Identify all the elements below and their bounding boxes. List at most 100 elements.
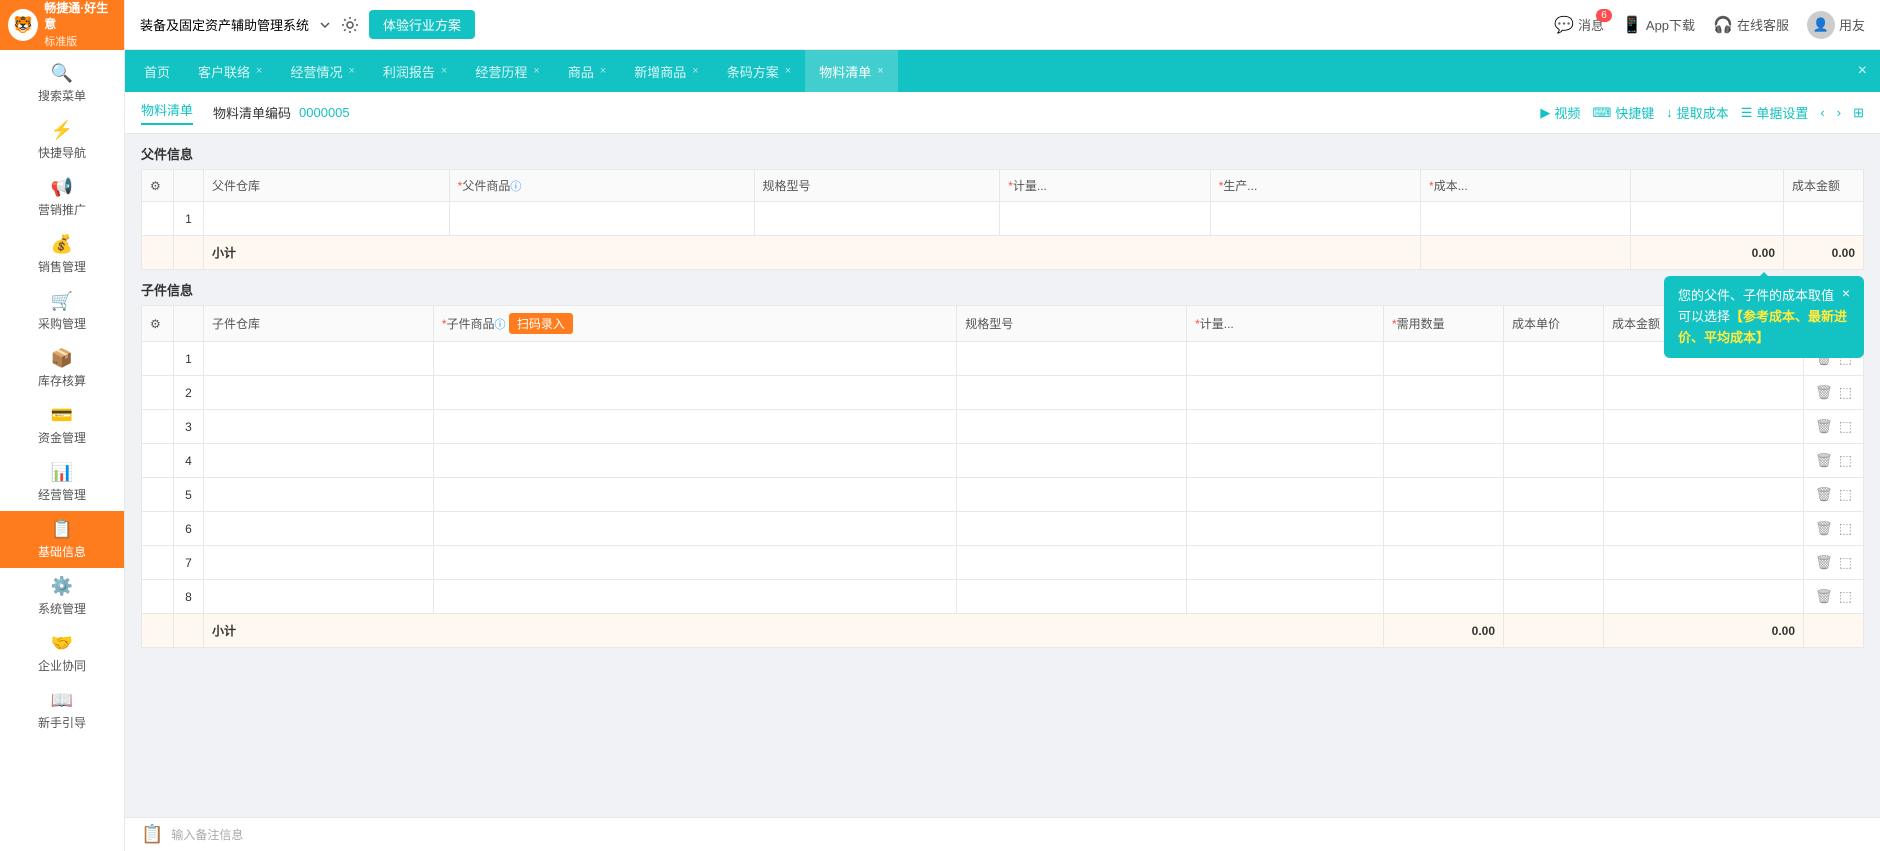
messages-item[interactable]: 💬 消息 6 xyxy=(1554,15,1604,35)
app-download-item[interactable]: 📱 App下载 xyxy=(1622,15,1695,35)
toolbar-grid-icon[interactable]: ⊞ xyxy=(1853,105,1864,121)
delete-icon-r4[interactable]: 🗑 xyxy=(1815,452,1833,469)
parent-row1-unit[interactable] xyxy=(1000,202,1210,236)
child-r2-goods[interactable] xyxy=(433,376,956,410)
parent-row1-spec[interactable] xyxy=(754,202,1000,236)
copy-icon-r4[interactable]: ⬚ xyxy=(1839,452,1852,469)
tab-barcode-close[interactable]: × xyxy=(785,65,791,77)
tab-profit[interactable]: 利润报告 × xyxy=(369,50,461,92)
tab-home[interactable]: 首页 xyxy=(130,50,184,92)
copy-icon-r5[interactable]: ⬚ xyxy=(1839,486,1852,503)
child-r7-spec[interactable] xyxy=(957,546,1187,580)
parent-row1-produce[interactable] xyxy=(1210,202,1420,236)
child-r1-spec[interactable] xyxy=(957,342,1187,376)
delete-icon-r5[interactable]: 🗑 xyxy=(1815,486,1833,503)
child-r3-qty[interactable] xyxy=(1384,410,1504,444)
child-r7-warehouse[interactable] xyxy=(204,546,434,580)
sidebar-item-inventory[interactable]: 📦 库存核算 xyxy=(0,340,124,397)
experience-btn[interactable]: 体验行业方案 xyxy=(369,10,475,39)
child-r4-unit-cost[interactable] xyxy=(1504,444,1604,478)
child-r7-goods[interactable] xyxy=(433,546,956,580)
page-tab-bom[interactable]: 物料清单 xyxy=(141,100,193,125)
child-r5-unit[interactable] xyxy=(1187,478,1384,512)
sidebar-item-nav[interactable]: ⚡ 快捷导航 xyxy=(0,112,124,169)
tab-bom-close[interactable]: × xyxy=(877,65,883,77)
child-r3-goods[interactable] xyxy=(433,410,956,444)
sidebar-item-sales[interactable]: 💰 销售管理 xyxy=(0,226,124,283)
tab-profit-close[interactable]: × xyxy=(441,65,447,77)
tab-history-close[interactable]: × xyxy=(533,65,539,77)
child-r4-goods[interactable] xyxy=(433,444,956,478)
toolbar-shortcut[interactable]: ⌨ 快捷键 xyxy=(1592,103,1654,122)
child-r2-spec[interactable] xyxy=(957,376,1187,410)
delete-icon-r3[interactable]: 🗑 xyxy=(1815,418,1833,435)
parent-row1-goods[interactable] xyxy=(449,202,754,236)
child-r2-warehouse[interactable] xyxy=(204,376,434,410)
global-close-btn[interactable]: × xyxy=(1850,62,1875,80)
child-r4-warehouse[interactable] xyxy=(204,444,434,478)
delete-icon-r7[interactable]: 🗑 xyxy=(1815,554,1833,571)
child-r3-spec[interactable] xyxy=(957,410,1187,444)
copy-icon-r6[interactable]: ⬚ xyxy=(1839,520,1852,537)
child-r4-spec[interactable] xyxy=(957,444,1187,478)
copy-icon-r3[interactable]: ⬚ xyxy=(1839,418,1852,435)
child-r1-qty[interactable] xyxy=(1384,342,1504,376)
delete-icon-r8[interactable]: 🗑 xyxy=(1815,588,1833,605)
toolbar-single-settings[interactable]: ☰ 单据设置 xyxy=(1741,103,1809,122)
child-r1-unit-cost[interactable] xyxy=(1504,342,1604,376)
child-r1-warehouse[interactable] xyxy=(204,342,434,376)
child-r7-unit-cost[interactable] xyxy=(1504,546,1604,580)
sidebar-item-marketing[interactable]: 📢 营销推广 xyxy=(0,169,124,226)
sidebar-item-collab[interactable]: 🤝 企业协同 xyxy=(0,625,124,682)
child-r2-unit-cost[interactable] xyxy=(1504,376,1604,410)
tab-bom[interactable]: 物料清单 × xyxy=(805,50,897,92)
tab-operations-close[interactable]: × xyxy=(348,65,354,77)
child-r6-goods[interactable] xyxy=(433,512,956,546)
child-col-settings[interactable]: ⚙ xyxy=(142,306,174,342)
child-r6-warehouse[interactable] xyxy=(204,512,434,546)
sidebar-item-purchase[interactable]: 🛒 采购管理 xyxy=(0,283,124,340)
tab-history[interactable]: 经营历程 × xyxy=(461,50,553,92)
copy-icon-r2[interactable]: ⬚ xyxy=(1839,384,1852,401)
tab-barcode[interactable]: 条码方案 × xyxy=(713,50,805,92)
child-r8-goods[interactable] xyxy=(433,580,956,614)
child-r6-spec[interactable] xyxy=(957,512,1187,546)
copy-icon-r7[interactable]: ⬚ xyxy=(1839,554,1852,571)
child-r1-goods[interactable] xyxy=(433,342,956,376)
child-r4-unit[interactable] xyxy=(1187,444,1384,478)
child-r3-unit-cost[interactable] xyxy=(1504,410,1604,444)
child-r7-unit[interactable] xyxy=(1187,546,1384,580)
toolbar-nav-prev[interactable]: ‹ xyxy=(1820,105,1824,120)
sidebar-item-basic[interactable]: 📋 基础信息 xyxy=(0,511,124,568)
child-r3-warehouse[interactable] xyxy=(204,410,434,444)
tab-customer[interactable]: 客户联络 × xyxy=(184,50,276,92)
child-r4-qty[interactable] xyxy=(1384,444,1504,478)
child-r5-warehouse[interactable] xyxy=(204,478,434,512)
tab-goods-close[interactable]: × xyxy=(600,65,606,77)
child-r6-unit[interactable] xyxy=(1187,512,1384,546)
tab-new-goods-close[interactable]: × xyxy=(692,65,698,77)
toolbar-extract-cost[interactable]: ↓ 提取成本 xyxy=(1666,103,1729,122)
child-r8-qty[interactable] xyxy=(1384,580,1504,614)
settings-icon[interactable] xyxy=(341,16,359,34)
child-r3-unit[interactable] xyxy=(1187,410,1384,444)
tab-new-goods[interactable]: 新增商品 × xyxy=(620,50,712,92)
child-r5-unit-cost[interactable] xyxy=(1504,478,1604,512)
toolbar-video[interactable]: ▶ 视频 xyxy=(1540,103,1580,122)
scan-input-btn[interactable]: 扫码录入 xyxy=(509,313,573,334)
parent-col-settings[interactable]: ⚙ xyxy=(142,170,174,202)
child-r7-qty[interactable] xyxy=(1384,546,1504,580)
child-r2-unit[interactable] xyxy=(1187,376,1384,410)
user-item[interactable]: 👤 用友 xyxy=(1807,11,1865,39)
child-r8-unit[interactable] xyxy=(1187,580,1384,614)
child-r8-spec[interactable] xyxy=(957,580,1187,614)
parent-row1-warehouse[interactable] xyxy=(204,202,450,236)
sidebar-item-operations[interactable]: 📊 经营管理 xyxy=(0,454,124,511)
tooltip-close-btn[interactable]: × xyxy=(1842,286,1850,300)
sidebar-item-search[interactable]: 🔍 搜索菜单 xyxy=(0,55,124,112)
online-service-item[interactable]: 🎧 在线客服 xyxy=(1713,15,1789,35)
delete-icon-r2[interactable]: 🗑 xyxy=(1815,384,1833,401)
tab-customer-close[interactable]: × xyxy=(256,65,262,77)
toolbar-nav-next[interactable]: › xyxy=(1837,105,1841,120)
sidebar-item-finance[interactable]: 💳 资金管理 xyxy=(0,397,124,454)
